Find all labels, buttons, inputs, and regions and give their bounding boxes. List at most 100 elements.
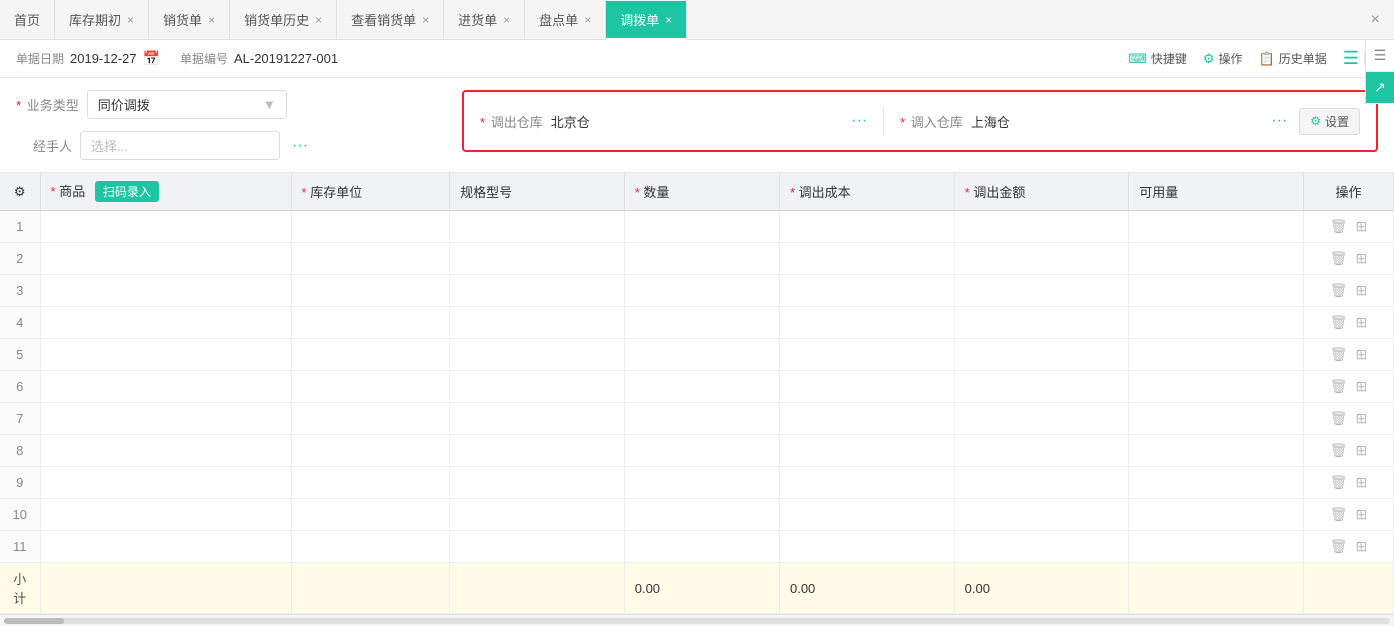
tab-purchase-order-close[interactable]: ×	[503, 13, 510, 27]
row-qty-3[interactable]	[624, 275, 779, 307]
delete-icon-5[interactable]: 🗑	[1330, 346, 1348, 363]
copy-icon-1[interactable]: ⊞	[1356, 218, 1368, 235]
row-amount-5[interactable]	[954, 339, 1129, 371]
delete-icon-3[interactable]: 🗑	[1330, 282, 1348, 299]
copy-icon-9[interactable]: ⊞	[1356, 474, 1368, 491]
col-gear[interactable]: ⚙	[0, 173, 40, 211]
tab-sales-order[interactable]: 销货单 ×	[149, 0, 230, 39]
copy-icon-3[interactable]: ⊞	[1356, 282, 1368, 299]
row-qty-4[interactable]	[624, 307, 779, 339]
row-unit-10[interactable]	[291, 499, 450, 531]
row-qty-6[interactable]	[624, 371, 779, 403]
row-available-5[interactable]	[1129, 339, 1304, 371]
row-unit-8[interactable]	[291, 435, 450, 467]
row-spec-3[interactable]	[450, 275, 625, 307]
row-product-10[interactable]	[40, 499, 291, 531]
row-qty-9[interactable]	[624, 467, 779, 499]
row-unit-9[interactable]	[291, 467, 450, 499]
row-qty-5[interactable]	[624, 339, 779, 371]
row-amount-3[interactable]	[954, 275, 1129, 307]
copy-icon-11[interactable]: ⊞	[1356, 538, 1368, 555]
row-unit-5[interactable]	[291, 339, 450, 371]
row-qty-7[interactable]	[624, 403, 779, 435]
row-product-8[interactable]	[40, 435, 291, 467]
row-amount-2[interactable]	[954, 243, 1129, 275]
tab-stocktake[interactable]: 盘点单 ×	[525, 0, 606, 39]
row-product-5[interactable]	[40, 339, 291, 371]
shortcut-button[interactable]: ⌨ 快捷键	[1128, 50, 1187, 67]
delete-icon-4[interactable]: 🗑	[1330, 314, 1348, 331]
delete-icon-6[interactable]: 🗑	[1330, 378, 1348, 395]
delete-icon-8[interactable]: 🗑	[1330, 442, 1348, 459]
delete-icon-10[interactable]: 🗑	[1330, 506, 1348, 523]
row-amount-10[interactable]	[954, 499, 1129, 531]
tab-stocktake-close[interactable]: ×	[584, 13, 591, 27]
delete-icon-7[interactable]: 🗑	[1330, 410, 1348, 427]
tab-transfer-close[interactable]: ×	[665, 13, 672, 27]
tab-view-sales[interactable]: 查看销货单 ×	[337, 0, 444, 39]
row-available-4[interactable]	[1129, 307, 1304, 339]
row-cost-9[interactable]	[779, 467, 954, 499]
row-qty-10[interactable]	[624, 499, 779, 531]
row-spec-11[interactable]	[450, 531, 625, 563]
row-unit-2[interactable]	[291, 243, 450, 275]
row-cost-7[interactable]	[779, 403, 954, 435]
warehouse-settings-button[interactable]: ⚙ 设置	[1299, 108, 1360, 135]
tab-home[interactable]: 首页	[0, 0, 55, 39]
row-available-1[interactable]	[1129, 211, 1304, 243]
row-amount-6[interactable]	[954, 371, 1129, 403]
row-spec-10[interactable]	[450, 499, 625, 531]
delete-icon-2[interactable]: 🗑	[1330, 250, 1348, 267]
row-cost-11[interactable]	[779, 531, 954, 563]
row-spec-7[interactable]	[450, 403, 625, 435]
row-cost-4[interactable]	[779, 307, 954, 339]
row-product-4[interactable]	[40, 307, 291, 339]
copy-icon-4[interactable]: ⊞	[1356, 314, 1368, 331]
row-cost-8[interactable]	[779, 435, 954, 467]
layout-list-icon[interactable]: ☰	[1343, 48, 1359, 69]
business-type-select[interactable]: 同价调拨 ▼	[87, 90, 287, 119]
scroll-track[interactable]	[4, 618, 1390, 624]
scrollbar-row[interactable]	[0, 614, 1394, 626]
copy-icon-8[interactable]: ⊞	[1356, 442, 1368, 459]
row-amount-4[interactable]	[954, 307, 1129, 339]
row-unit-4[interactable]	[291, 307, 450, 339]
tab-transfer[interactable]: 调拨单 ×	[606, 1, 687, 40]
tab-sales-history-close[interactable]: ×	[315, 13, 322, 27]
right-panel-list-icon[interactable]: ☰	[1366, 40, 1394, 72]
row-amount-9[interactable]	[954, 467, 1129, 499]
handler-select[interactable]: 选择...	[80, 131, 280, 160]
row-spec-4[interactable]	[450, 307, 625, 339]
row-product-6[interactable]	[40, 371, 291, 403]
row-product-1[interactable]	[40, 211, 291, 243]
row-product-2[interactable]	[40, 243, 291, 275]
tab-sales-history[interactable]: 销货单历史 ×	[230, 0, 337, 39]
row-spec-5[interactable]	[450, 339, 625, 371]
delete-icon-1[interactable]: 🗑	[1330, 218, 1348, 235]
window-close-button[interactable]: ×	[1357, 11, 1394, 29]
tab-sales-order-close[interactable]: ×	[208, 13, 215, 27]
tab-purchase-order[interactable]: 进货单 ×	[444, 0, 525, 39]
row-spec-8[interactable]	[450, 435, 625, 467]
row-cost-10[interactable]	[779, 499, 954, 531]
scroll-thumb[interactable]	[4, 618, 64, 624]
delete-icon-11[interactable]: 🗑	[1330, 538, 1348, 555]
right-panel-export-icon[interactable]: ↗	[1366, 72, 1394, 104]
warehouse-in-more-icon[interactable]: ···	[1271, 112, 1287, 130]
row-qty-2[interactable]	[624, 243, 779, 275]
row-spec-9[interactable]	[450, 467, 625, 499]
row-amount-11[interactable]	[954, 531, 1129, 563]
row-cost-1[interactable]	[779, 211, 954, 243]
tab-inventory-init-close[interactable]: ×	[127, 13, 134, 27]
row-available-7[interactable]	[1129, 403, 1304, 435]
operation-button[interactable]: ⚙ 操作	[1203, 50, 1243, 67]
warehouse-out-more-icon[interactable]: ···	[851, 112, 867, 130]
row-available-10[interactable]	[1129, 499, 1304, 531]
row-qty-1[interactable]	[624, 211, 779, 243]
delete-icon-9[interactable]: 🗑	[1330, 474, 1348, 491]
row-cost-5[interactable]	[779, 339, 954, 371]
row-spec-6[interactable]	[450, 371, 625, 403]
copy-icon-5[interactable]: ⊞	[1356, 346, 1368, 363]
row-amount-7[interactable]	[954, 403, 1129, 435]
row-cost-3[interactable]	[779, 275, 954, 307]
